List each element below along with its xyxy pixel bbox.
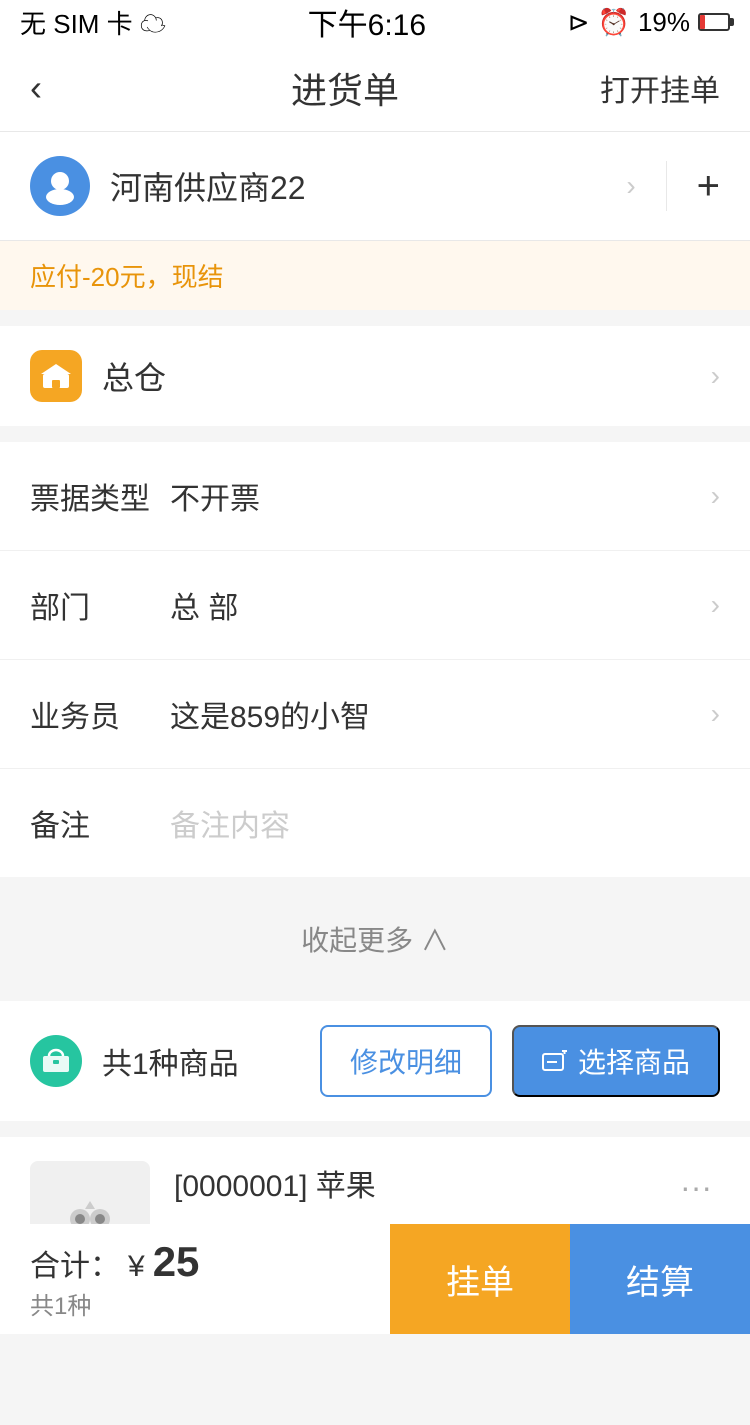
summary-info: 合计： ¥ 25 共1种 — [0, 1224, 390, 1334]
status-bar-left: 无 SIM 卡 ☁ — [20, 4, 166, 41]
nav-bar: ‹ 进货单 打开挂单 — [0, 44, 750, 132]
department-row[interactable]: 部门 总 部 › — [0, 551, 750, 660]
remark-row[interactable]: 备注 备注内容 — [0, 769, 750, 877]
department-label: 部门 — [30, 583, 150, 627]
total-row: 合计： ¥ 25 — [30, 1238, 360, 1286]
page-title: 进货单 — [291, 62, 399, 114]
salesperson-row[interactable]: 业务员 这是859的小智 › — [0, 660, 750, 769]
select-product-label: 选择商品 — [578, 1041, 690, 1081]
select-product-button[interactable]: 选择商品 — [512, 1025, 720, 1097]
battery-label: 19% — [638, 7, 690, 38]
products-header: 共1种商品 修改明细 选择商品 — [0, 1001, 750, 1121]
invoice-type-value: 不开票 — [150, 474, 711, 518]
warehouse-icon — [30, 350, 82, 402]
products-icon — [30, 1035, 82, 1087]
alarm-icon: ⏰ — [598, 7, 630, 38]
warehouse-name: 总仓 — [102, 353, 711, 399]
hang-order-button[interactable]: 挂单 — [390, 1224, 570, 1334]
supplier-section: 河南供应商22 › + 应付-20元，现结 — [0, 132, 750, 310]
back-button[interactable]: ‹ — [30, 67, 90, 109]
product-code: [0000001] — [174, 1170, 316, 1203]
warehouse-chevron-icon: › — [711, 360, 720, 392]
form-section: 票据类型 不开票 › 部门 总 部 › 业务员 这是859的小智 › 备注 备注… — [0, 442, 750, 877]
total-label: 合计： — [30, 1241, 120, 1285]
notice-bar: 应付-20元，现结 — [0, 241, 750, 310]
edit-detail-button[interactable]: 修改明细 — [320, 1025, 492, 1097]
total-sub: 共1种 — [30, 1286, 360, 1321]
supplier-name: 河南供应商22 — [110, 163, 626, 209]
divider — [666, 161, 667, 211]
products-count: 共1种商品 — [102, 1039, 300, 1083]
location-icon: ⊳ — [568, 7, 590, 38]
remark-label: 备注 — [30, 801, 150, 845]
status-bar-right: ⊳ ⏰ 19% — [568, 7, 730, 38]
open-pending-button[interactable]: 打开挂单 — [600, 66, 720, 110]
battery-icon — [698, 13, 730, 31]
department-value: 总 部 — [150, 583, 711, 627]
collapse-bar[interactable]: 收起更多 ∧ — [0, 893, 750, 985]
salesperson-chevron-icon: › — [711, 698, 720, 730]
product-more-button[interactable]: ··· — [672, 1161, 720, 1214]
salesperson-label: 业务员 — [30, 692, 150, 736]
invoice-type-row[interactable]: 票据类型 不开票 › — [0, 442, 750, 551]
settle-button[interactable]: 结算 — [570, 1224, 750, 1334]
department-chevron-icon: › — [711, 589, 720, 621]
supplier-row[interactable]: 河南供应商22 › + — [0, 132, 750, 241]
add-supplier-button[interactable]: + — [697, 164, 720, 209]
product-name: [0000001] 苹果 — [174, 1161, 648, 1205]
salesperson-value: 这是859的小智 — [150, 692, 711, 736]
invoice-type-label: 票据类型 — [30, 474, 150, 518]
invoice-type-chevron-icon: › — [711, 480, 720, 512]
status-bar: 无 SIM 卡 ☁ 下午6:16 ⊳ ⏰ 19% — [0, 0, 750, 44]
total-prefix: ¥ — [128, 1250, 145, 1284]
status-bar-time: 下午6:16 — [308, 0, 426, 44]
warehouse-row[interactable]: 总仓 › — [0, 326, 750, 426]
bottom-bar: 合计： ¥ 25 共1种 挂单 结算 — [0, 1224, 750, 1334]
supplier-chevron-icon: › — [626, 170, 635, 202]
remark-input[interactable]: 备注内容 — [150, 801, 720, 845]
product-title: 苹果 — [316, 1170, 376, 1203]
supplier-avatar — [30, 156, 90, 216]
no-sim-label: 无 SIM 卡 ☁ — [20, 4, 166, 41]
total-amount: 25 — [153, 1238, 200, 1286]
